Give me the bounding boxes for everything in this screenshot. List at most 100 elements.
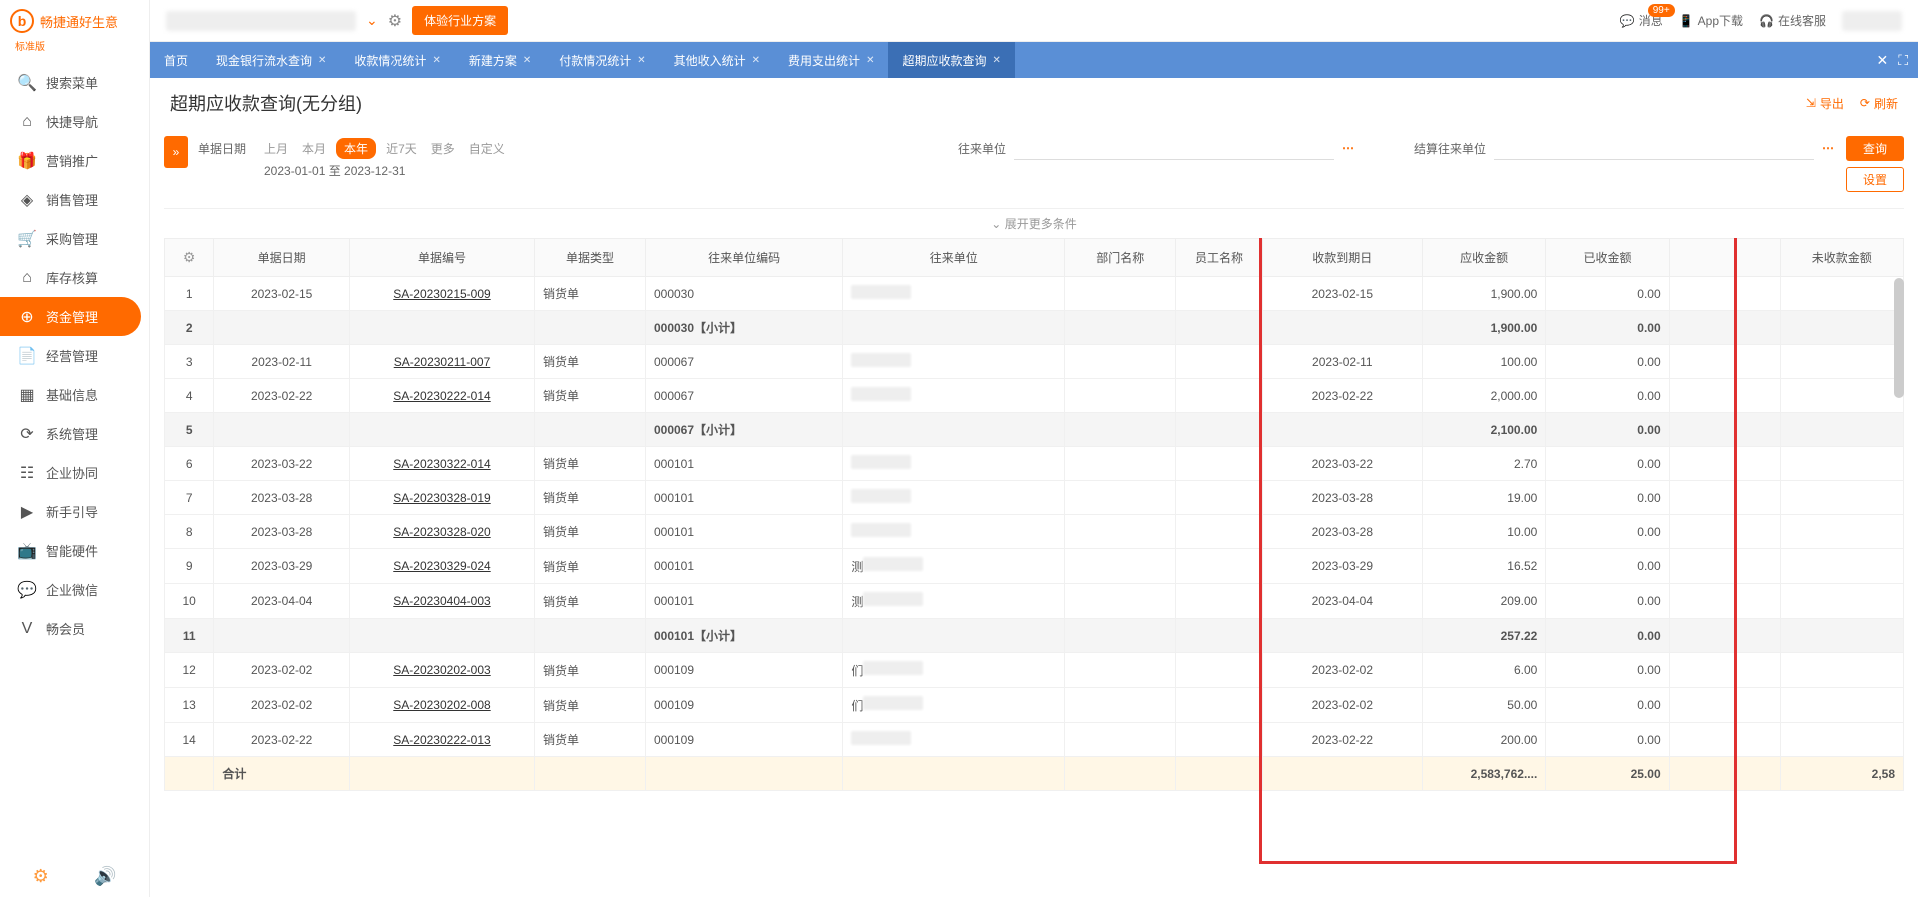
cell-unit-code: 000101 [645, 515, 842, 549]
sidebar-item-funds[interactable]: ⊕资金管理 [0, 297, 141, 336]
sidebar-item-base-info[interactable]: ▦基础信息 [0, 375, 149, 414]
expand-more-filters[interactable]: ⌄ 展开更多条件 [164, 208, 1904, 238]
fullscreen-icon[interactable]: ⛶ [1898, 52, 1908, 69]
tab[interactable]: 费用支出统计 ✕ [774, 42, 888, 78]
tab[interactable]: 新建方案✕ [455, 42, 545, 78]
settle-unit-more-icon[interactable]: ⋯ [1822, 141, 1836, 155]
cell-doc-code[interactable]: SA-20230202-008 [349, 688, 534, 723]
column-header[interactable]: 应收金额 [1422, 239, 1545, 277]
cell-dept [1065, 345, 1176, 379]
cell-receivable: 19.00 [1422, 481, 1545, 515]
column-header[interactable] [1669, 239, 1780, 277]
unit-more-icon[interactable]: ⋯ [1342, 141, 1356, 155]
cell-unit: 们 [843, 688, 1065, 723]
experience-button[interactable]: 体验行业方案 [412, 6, 508, 35]
column-header[interactable]: 部门名称 [1065, 239, 1176, 277]
online-support-link[interactable]: 🎧 在线客服 [1759, 12, 1826, 29]
sidebar-item-wechat[interactable]: 💬企业微信 [0, 570, 149, 609]
sidebar-item-enterprise-collab[interactable]: ☷企业协同 [0, 453, 149, 492]
cell-doc-code[interactable]: SA-20230222-014 [349, 379, 534, 413]
cell-doc-code[interactable]: SA-20230322-014 [349, 447, 534, 481]
row-index: 4 [165, 379, 214, 413]
column-header[interactable]: 单据日期 [214, 239, 350, 277]
messages-link[interactable]: 💬 消息 99+ [1620, 12, 1663, 29]
org-dropdown-icon[interactable]: ⌄ [366, 12, 378, 29]
tab[interactable]: 超期应收款查询✕ [888, 42, 1014, 78]
sidebar-item-guide[interactable]: ▶新手引导 [0, 492, 149, 531]
column-header[interactable]: 已收金额 [1546, 239, 1669, 277]
date-option[interactable]: 更多 [427, 138, 459, 159]
date-option[interactable]: 上月 [260, 138, 292, 159]
date-option[interactable]: 本月 [298, 138, 330, 159]
table-settings-icon[interactable]: ⚙ [183, 249, 196, 265]
tab[interactable]: 其他收入统计✕ [660, 42, 774, 78]
export-button[interactable]: ⇲ 导出 [1806, 95, 1844, 112]
user-redacted[interactable] [1842, 11, 1902, 31]
tab[interactable]: 首页 [150, 42, 202, 78]
cell-doc-code[interactable]: SA-20230329-024 [349, 549, 534, 584]
column-header[interactable]: 往来单位 [843, 239, 1065, 277]
total-received: 25.00 [1546, 757, 1669, 791]
column-header[interactable]: 往来单位编码 [645, 239, 842, 277]
org-settings-icon[interactable]: ⚙ [388, 11, 402, 31]
tab-close-icon[interactable]: ✕ [866, 55, 874, 66]
column-header[interactable]: 单据编号 [349, 239, 534, 277]
table-row: 62023-03-22SA-20230322-014销货单0001012023-… [165, 447, 1904, 481]
date-option[interactable]: 近7天 [382, 138, 421, 159]
sidebar-item-purchase[interactable]: 🛒采购管理 [0, 219, 149, 258]
sidebar-item-operation[interactable]: 📄经营管理 [0, 336, 149, 375]
sidebar-item-system[interactable]: ⟳系统管理 [0, 414, 149, 453]
sidebar-item-search-menu[interactable]: 🔍搜索菜单 [0, 63, 149, 102]
tab-close-icon[interactable]: ✕ [523, 55, 531, 66]
cell-received: 0.00 [1546, 311, 1669, 345]
tab-close-icon[interactable]: ✕ [637, 55, 645, 66]
cell-doc-code[interactable]: SA-20230202-003 [349, 653, 534, 688]
cell-doc-code[interactable]: SA-20230328-019 [349, 481, 534, 515]
filter-settings-button[interactable]: 设置 [1846, 167, 1904, 192]
cell-due-date: 2023-02-02 [1262, 688, 1422, 723]
cell-dept [1065, 653, 1176, 688]
column-header[interactable]: 员工名称 [1176, 239, 1262, 277]
app-download-link[interactable]: 📱 App下载 [1679, 12, 1743, 29]
sidebar-item-inventory[interactable]: ⌂库存核算 [0, 258, 149, 297]
cell-due-date: 2023-03-29 [1262, 549, 1422, 584]
sidebar-item-quick-nav[interactable]: ⌂快捷导航 [0, 102, 149, 141]
sidebar-item-hardware[interactable]: 📺智能硬件 [0, 531, 149, 570]
sidebar-item-sales[interactable]: ◈销售管理 [0, 180, 149, 219]
cell-doc-code[interactable]: SA-20230404-003 [349, 584, 534, 619]
sidebar-item-label: 企业协同 [46, 463, 98, 482]
cell-doc-code[interactable]: SA-20230222-013 [349, 723, 534, 757]
cell-doc-code[interactable]: SA-20230215-009 [349, 277, 534, 311]
settle-unit-input[interactable] [1494, 136, 1814, 160]
column-header[interactable]: 单据类型 [534, 239, 645, 277]
tab-close-icon[interactable]: ✕ [992, 55, 1000, 66]
date-option[interactable]: 自定义 [465, 138, 509, 159]
tab-close-icon[interactable]: ✕ [318, 55, 326, 66]
settings-gear-icon[interactable]: ⚙ [33, 866, 49, 887]
column-header[interactable]: 收款到期日 [1262, 239, 1422, 277]
date-option[interactable]: 本年 [336, 138, 376, 159]
tab[interactable]: 现金银行流水查询✕ [202, 42, 340, 78]
refresh-button[interactable]: ⟳ 刷新 [1860, 95, 1898, 112]
table-row: 102023-04-04SA-20230404-003销货单000101测202… [165, 584, 1904, 619]
cell-doc-code[interactable]: SA-20230211-007 [349, 345, 534, 379]
unit-input[interactable] [1014, 136, 1334, 160]
cell-date [214, 413, 350, 447]
tab[interactable]: 收款情况统计✕ [340, 42, 454, 78]
column-header[interactable]: 未收款金额 [1780, 239, 1903, 277]
tab-close-icon[interactable]: ✕ [752, 55, 760, 66]
vertical-scrollbar[interactable] [1894, 278, 1904, 398]
speaker-icon[interactable]: 🔊 [94, 866, 116, 887]
sidebar-item-member[interactable]: V畅会员 [0, 609, 149, 648]
close-tab-icon[interactable]: ✕ [1876, 52, 1888, 69]
tab-close-icon[interactable]: ✕ [432, 55, 440, 66]
tab-label: 费用支出统计 [788, 52, 860, 69]
cell-received: 0.00 [1546, 723, 1669, 757]
cell-unit [843, 345, 1065, 379]
query-button[interactable]: 查询 [1846, 136, 1904, 161]
tab[interactable]: 付款情况统计✕ [545, 42, 659, 78]
collapse-filters-icon[interactable]: » [164, 136, 188, 168]
cell-doc-code[interactable]: SA-20230328-020 [349, 515, 534, 549]
sidebar-item-marketing[interactable]: 🎁营销推广 [0, 141, 149, 180]
sidebar-item-label: 快捷导航 [46, 112, 98, 131]
